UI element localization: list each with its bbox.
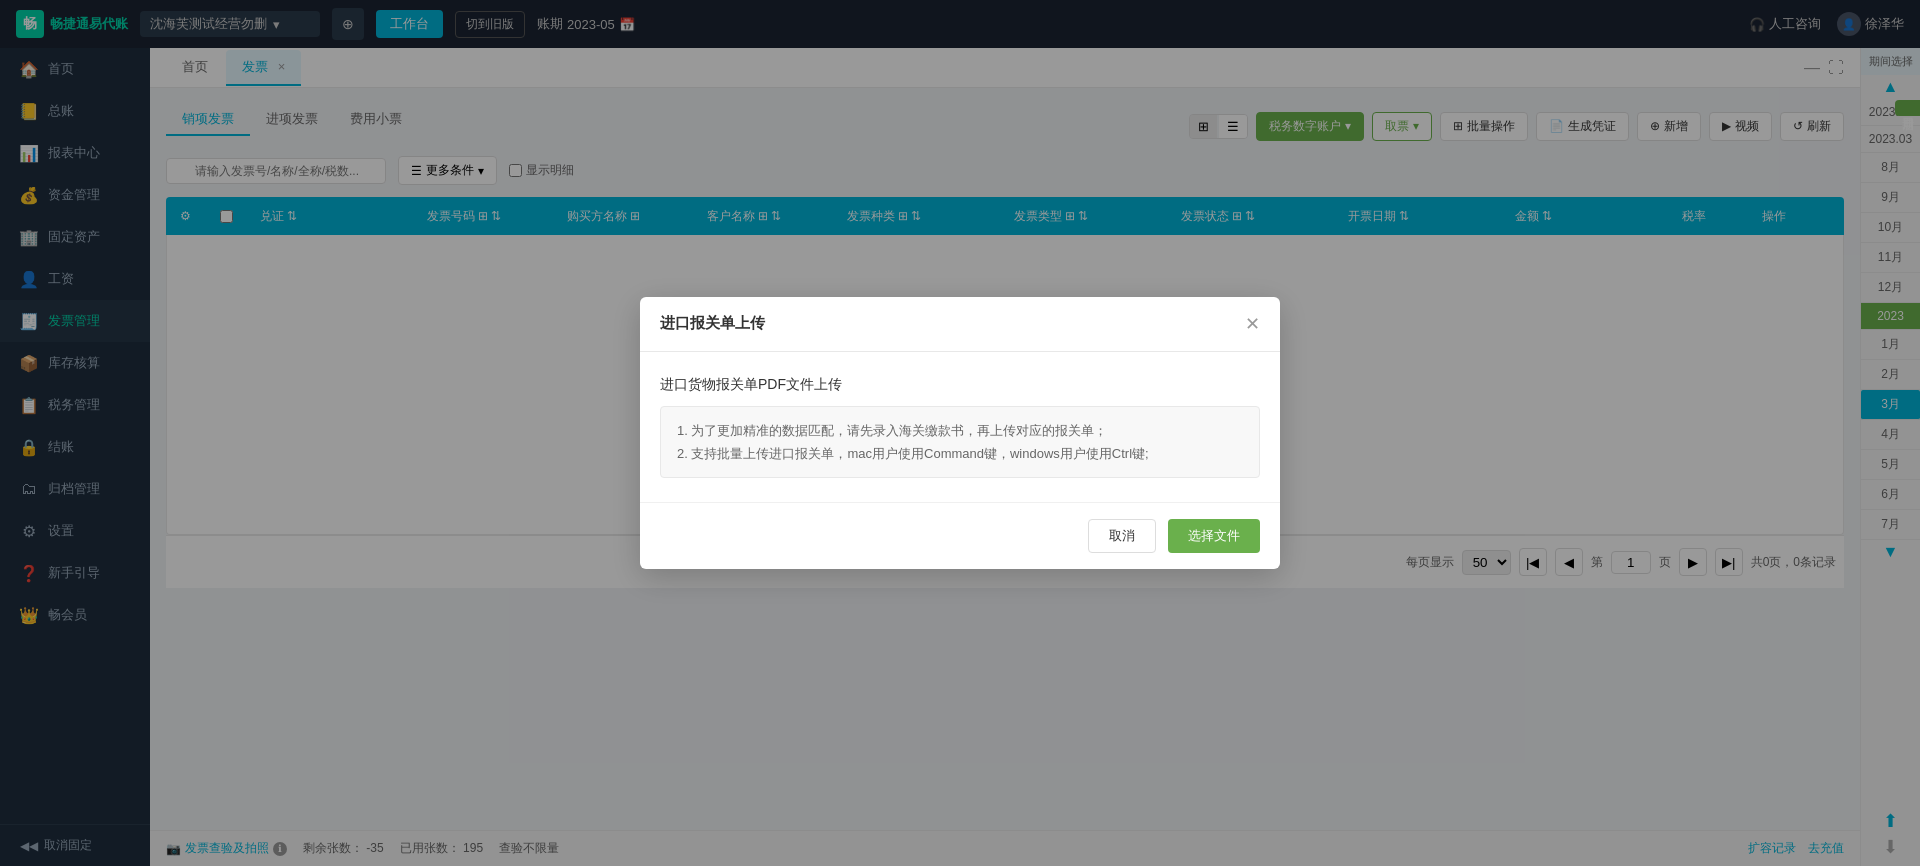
upload-tips: 1. 为了更加精准的数据匹配，请先录入海关缴款书，再上传对应的报关单； 2. 支… xyxy=(660,406,1260,479)
cancel-button[interactable]: 取消 xyxy=(1088,519,1156,553)
tip-item-2: 2. 支持批量上传进口报关单，mac用户使用Command键，windows用户… xyxy=(677,442,1243,465)
modal-dialog: 进口报关单上传 ✕ 进口货物报关单PDF文件上传 1. 为了更加精准的数据匹配，… xyxy=(640,297,1280,570)
tip-item-1: 1. 为了更加精准的数据匹配，请先录入海关缴款书，再上传对应的报关单； xyxy=(677,419,1243,442)
modal-title: 进口报关单上传 xyxy=(660,314,765,333)
modal-header: 进口报关单上传 ✕ xyxy=(640,297,1280,352)
select-file-button[interactable]: 选择文件 xyxy=(1168,519,1260,553)
modal-body: 进口货物报关单PDF文件上传 1. 为了更加精准的数据匹配，请先录入海关缴款书，… xyxy=(640,352,1280,503)
upload-title: 进口货物报关单PDF文件上传 xyxy=(660,376,1260,394)
modal-footer: 取消 选择文件 xyxy=(640,502,1280,569)
modal-overlay[interactable]: 进口报关单上传 ✕ 进口货物报关单PDF文件上传 1. 为了更加精准的数据匹配，… xyxy=(0,0,1920,866)
modal-close-button[interactable]: ✕ xyxy=(1245,313,1260,335)
